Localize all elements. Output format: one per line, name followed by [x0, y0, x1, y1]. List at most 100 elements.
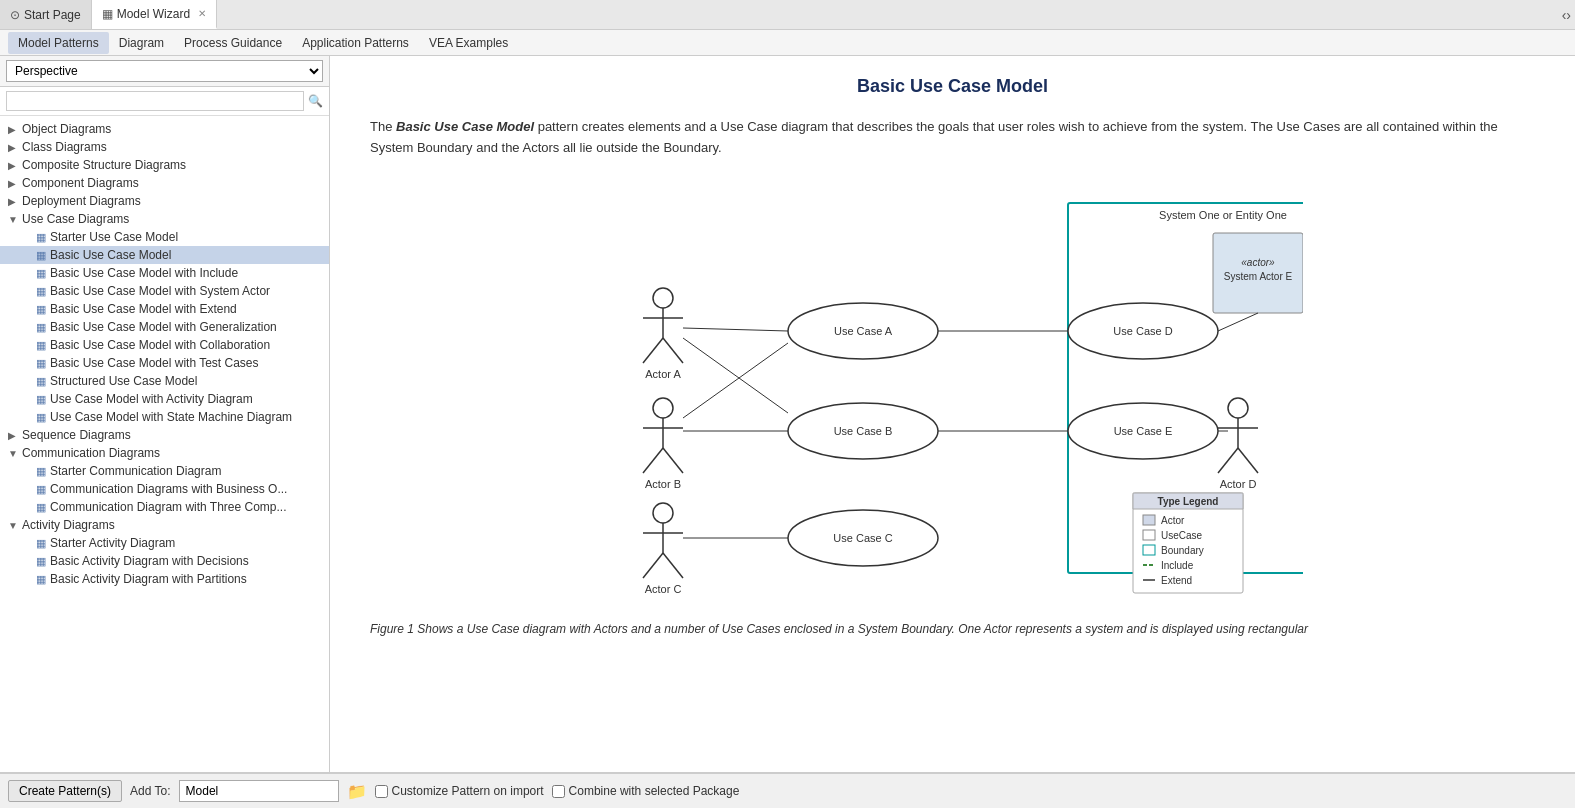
svg-text:Use Case D: Use Case D — [1113, 325, 1172, 337]
title-bar: ⊙ Start Page ▦ Model Wizard ✕ ‹ › — [0, 0, 1575, 30]
item-icon: ▦ — [36, 465, 46, 478]
arrow-icon: ▶ — [8, 124, 22, 135]
sidebar-label-activity-diagrams: Activity Diagrams — [22, 518, 115, 532]
combine-label[interactable]: Combine with selected Package — [569, 784, 740, 798]
sidebar-label-use-case-activity: Use Case Model with Activity Diagram — [50, 392, 253, 406]
item-icon: ▦ — [36, 267, 46, 280]
item-icon: ▦ — [36, 573, 46, 586]
svg-text:Type Legend: Type Legend — [1157, 496, 1218, 507]
menu-vea-examples[interactable]: VEA Examples — [419, 32, 518, 54]
sidebar-item-starter-communication[interactable]: ▦ Starter Communication Diagram — [0, 462, 329, 480]
sidebar-item-use-case-state-machine[interactable]: ▦ Use Case Model with State Machine Diag… — [0, 408, 329, 426]
sidebar-item-basic-use-case-include[interactable]: ▦ Basic Use Case Model with Include — [0, 264, 329, 282]
sidebar-search-bar: 🔍 — [0, 87, 329, 116]
sidebar-item-component-diagrams[interactable]: ▶ Component Diagrams — [0, 174, 329, 192]
tab-start[interactable]: ⊙ Start Page — [0, 0, 92, 29]
customize-label[interactable]: Customize Pattern on import — [392, 784, 544, 798]
menu-application-patterns[interactable]: Application Patterns — [292, 32, 419, 54]
svg-line-42 — [683, 343, 788, 418]
sidebar-item-basic-use-case-generalization[interactable]: ▦ Basic Use Case Model with Generalizati… — [0, 318, 329, 336]
customize-checkbox-group: Customize Pattern on import — [375, 784, 544, 798]
content-desc-text: pattern creates elements and a Use Case … — [370, 119, 1498, 155]
sidebar-item-activity-diagrams[interactable]: ▼ Activity Diagrams — [0, 516, 329, 534]
svg-rect-51 — [1143, 515, 1155, 525]
sidebar-label-object-diagrams: Object Diagrams — [22, 122, 111, 136]
svg-line-14 — [643, 448, 663, 473]
arrow-icon: ▼ — [8, 448, 22, 459]
sidebar-item-basic-use-case-test-cases[interactable]: ▦ Basic Use Case Model with Test Cases — [0, 354, 329, 372]
combine-checkbox[interactable] — [552, 785, 565, 798]
svg-text:Include: Include — [1161, 560, 1194, 571]
folder-button[interactable]: 📁 — [347, 782, 367, 801]
sidebar-label-structured-use-case: Structured Use Case Model — [50, 374, 197, 388]
svg-text:Use Case E: Use Case E — [1113, 425, 1172, 437]
sidebar-item-starter-use-case[interactable]: ▦ Starter Use Case Model — [0, 228, 329, 246]
sidebar-label-composite-structure: Composite Structure Diagrams — [22, 158, 186, 172]
item-icon: ▦ — [36, 537, 46, 550]
add-to-input[interactable] — [179, 780, 339, 802]
create-patterns-button[interactable]: Create Pattern(s) — [8, 780, 122, 802]
content-desc-italic: Basic Use Case Model — [396, 119, 534, 134]
sidebar-item-class-diagrams[interactable]: ▶ Class Diagrams — [0, 138, 329, 156]
sidebar-label-deployment-diagrams: Deployment Diagrams — [22, 194, 141, 208]
svg-line-39 — [683, 328, 788, 331]
menu-model-patterns[interactable]: Model Patterns — [8, 32, 109, 54]
svg-point-11 — [653, 398, 673, 418]
svg-text:Boundary: Boundary — [1161, 545, 1204, 556]
svg-text:Actor D: Actor D — [1219, 478, 1256, 490]
search-icon[interactable]: 🔍 — [308, 94, 323, 108]
svg-point-17 — [653, 503, 673, 523]
svg-line-20 — [643, 553, 663, 578]
sidebar-label-comm-business: Communication Diagrams with Business O..… — [50, 482, 287, 496]
tab-close-button[interactable]: ✕ — [198, 8, 206, 19]
sidebar-item-structured-use-case[interactable]: ▦ Structured Use Case Model — [0, 372, 329, 390]
sidebar-label-starter-communication: Starter Communication Diagram — [50, 464, 221, 478]
sidebar-label-basic-use-case-test-cases: Basic Use Case Model with Test Cases — [50, 356, 259, 370]
sidebar-item-sequence-diagrams[interactable]: ▶ Sequence Diagrams — [0, 426, 329, 444]
svg-text:System Actor E: System Actor E — [1223, 271, 1292, 282]
sidebar-item-basic-use-case[interactable]: ▦ Basic Use Case Model — [0, 246, 329, 264]
perspective-dropdown[interactable]: Perspective — [6, 60, 323, 82]
sidebar-item-starter-activity[interactable]: ▦ Starter Activity Diagram — [0, 534, 329, 552]
tab-wizard[interactable]: ▦ Model Wizard ✕ — [92, 0, 217, 29]
sidebar-item-composite-structure[interactable]: ▶ Composite Structure Diagrams — [0, 156, 329, 174]
sidebar-label-class-diagrams: Class Diagrams — [22, 140, 107, 154]
sidebar-item-deployment-diagrams[interactable]: ▶ Deployment Diagrams — [0, 192, 329, 210]
sidebar-item-comm-three-comp[interactable]: ▦ Communication Diagram with Three Comp.… — [0, 498, 329, 516]
add-to-label: Add To: — [130, 784, 170, 798]
sidebar-item-basic-activity-partitions[interactable]: ▦ Basic Activity Diagram with Partitions — [0, 570, 329, 588]
sidebar-item-object-diagrams[interactable]: ▶ Object Diagrams — [0, 120, 329, 138]
content-description: The Basic Use Case Model pattern creates… — [370, 117, 1535, 159]
nav-next-button[interactable]: › — [1566, 7, 1571, 23]
sidebar-label-sequence-diagrams: Sequence Diagrams — [22, 428, 131, 442]
item-icon: ▦ — [36, 393, 46, 406]
arrow-icon: ▶ — [8, 160, 22, 171]
sidebar-item-communication-diagrams[interactable]: ▼ Communication Diagrams — [0, 444, 329, 462]
sidebar-item-basic-use-case-system-actor[interactable]: ▦ Basic Use Case Model with System Actor — [0, 282, 329, 300]
sidebar-label-basic-use-case-generalization: Basic Use Case Model with Generalization — [50, 320, 277, 334]
svg-rect-55 — [1143, 545, 1155, 555]
sidebar-item-use-case-diagrams[interactable]: ▼ Use Case Diagrams — [0, 210, 329, 228]
svg-line-45 — [1218, 313, 1258, 331]
item-icon: ▦ — [36, 285, 46, 298]
arrow-icon: ▶ — [8, 430, 22, 441]
menu-diagram[interactable]: Diagram — [109, 32, 174, 54]
arrow-icon: ▼ — [8, 214, 22, 225]
sidebar-item-comm-business[interactable]: ▦ Communication Diagrams with Business O… — [0, 480, 329, 498]
customize-checkbox[interactable] — [375, 785, 388, 798]
search-input[interactable] — [6, 91, 304, 111]
sidebar-label-basic-use-case-system-actor: Basic Use Case Model with System Actor — [50, 284, 270, 298]
sidebar-label-use-case-diagrams: Use Case Diagrams — [22, 212, 129, 226]
svg-text:UseCase: UseCase — [1161, 530, 1203, 541]
sidebar-item-use-case-activity[interactable]: ▦ Use Case Model with Activity Diagram — [0, 390, 329, 408]
sidebar-item-basic-activity-decisions[interactable]: ▦ Basic Activity Diagram with Decisions — [0, 552, 329, 570]
item-icon: ▦ — [36, 555, 46, 568]
sidebar-label-basic-use-case: Basic Use Case Model — [50, 248, 171, 262]
sidebar-item-basic-use-case-collaboration[interactable]: ▦ Basic Use Case Model with Collaboratio… — [0, 336, 329, 354]
sidebar-item-basic-use-case-extend[interactable]: ▦ Basic Use Case Model with Extend — [0, 300, 329, 318]
svg-text:Actor: Actor — [1161, 515, 1185, 526]
menu-bar: Model Patterns Diagram Process Guidance … — [0, 30, 1575, 56]
menu-process-guidance[interactable]: Process Guidance — [174, 32, 292, 54]
sidebar-tree: ▶ Object Diagrams ▶ Class Diagrams ▶ Com… — [0, 116, 329, 772]
svg-text:Actor B: Actor B — [644, 478, 680, 490]
